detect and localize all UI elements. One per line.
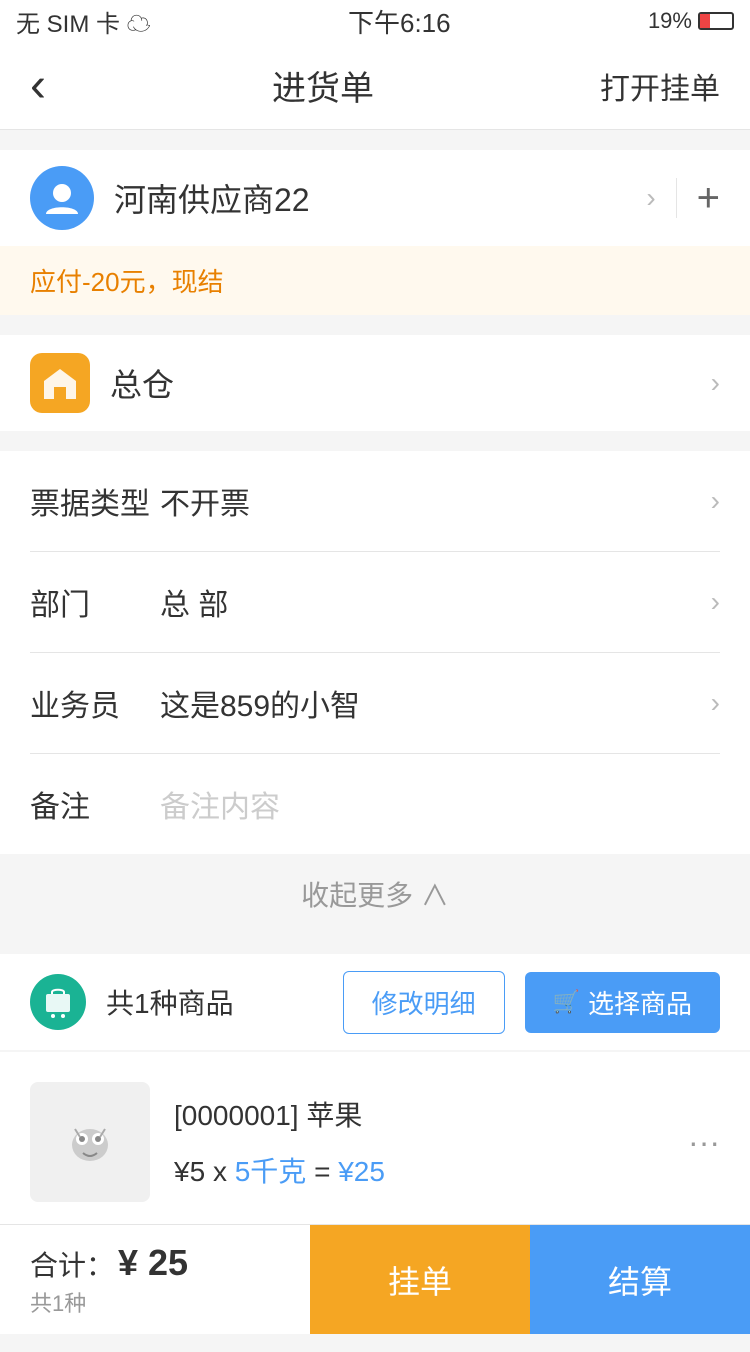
house-icon — [42, 365, 78, 401]
total-amount: ¥ 25 — [118, 1242, 188, 1284]
suspend-button[interactable]: 挂单 — [310, 1225, 530, 1334]
salesperson-row[interactable]: 业务员 这是859的小智 › — [0, 653, 750, 753]
product-header-section: 共1种商品 修改明细 🛒 选择商品 — [0, 954, 750, 1050]
edit-detail-button[interactable]: 修改明细 — [343, 971, 505, 1034]
collapse-label: 收起更多 ∧ — [301, 874, 449, 914]
warehouse-icon — [30, 353, 90, 413]
divider-2 — [0, 431, 750, 451]
supplier-avatar — [30, 166, 94, 230]
select-product-button[interactable]: 🛒 选择商品 — [525, 972, 720, 1033]
cart-small-icon: 🛒 — [553, 989, 580, 1015]
battery-text: 19% — [648, 8, 692, 34]
supplier-row[interactable]: 河南供应商22 › + — [0, 150, 750, 246]
divider-6 — [0, 934, 750, 954]
status-time: 下午6:16 — [348, 3, 451, 40]
product-more-button[interactable]: ··· — [688, 1124, 720, 1161]
nav-bar: ‹ 进货单 打开挂单 — [0, 42, 750, 130]
warehouse-row[interactable]: 总仓 › — [0, 335, 750, 431]
total-count: 共1种 — [30, 1286, 310, 1318]
invoice-chevron-icon: › — [711, 485, 720, 517]
invoice-type-row[interactable]: 票据类型 不开票 › — [0, 451, 750, 551]
supplier-section: 河南供应商22 › + 应付-20元，现结 — [0, 150, 750, 315]
add-supplier-button[interactable]: + — [697, 176, 720, 221]
product-title: 苹果 — [306, 1100, 362, 1131]
back-button[interactable]: ‹ — [30, 58, 46, 113]
divider-1 — [0, 315, 750, 335]
remark-placeholder: 备注内容 — [150, 782, 720, 826]
supplier-chevron-icon: › — [646, 182, 655, 214]
form-section: 票据类型 不开票 › 部门 总 部 › 业务员 这是859的小智 › 备注 备注… — [0, 451, 750, 854]
invoice-type-value: 不开票 — [150, 479, 711, 523]
payment-notice: 应付-20元，现结 — [0, 246, 750, 315]
total-section: 合计： ¥ 25 共1种 — [0, 1225, 310, 1334]
salesperson-chevron-icon: › — [711, 687, 720, 719]
checkout-button[interactable]: 结算 — [530, 1225, 750, 1334]
product-price: ¥5 x 5千克 = ¥25 — [174, 1150, 664, 1190]
top-divider — [0, 130, 750, 150]
collapse-button[interactable]: 收起更多 ∧ — [0, 854, 750, 934]
product-name: [0000001] 苹果 — [174, 1094, 664, 1134]
multiply-icon: x — [213, 1156, 235, 1187]
department-label: 部门 — [30, 580, 150, 624]
salesperson-label: 业务员 — [30, 681, 150, 725]
status-right: 19% — [648, 8, 734, 34]
user-icon — [42, 178, 82, 218]
salesperson-value: 这是859的小智 — [150, 681, 711, 725]
remark-label: 备注 — [30, 782, 150, 826]
warehouse-section: 总仓 › — [0, 335, 750, 431]
invoice-type-label: 票据类型 — [30, 479, 150, 523]
select-product-label: 选择商品 — [588, 984, 692, 1021]
supplier-name: 河南供应商22 — [114, 175, 646, 221]
product-code: [0000001] — [174, 1100, 299, 1131]
equals-sign: = — [314, 1156, 338, 1187]
department-row[interactable]: 部门 总 部 › — [0, 552, 750, 652]
product-info: [0000001] 苹果 ¥5 x 5千克 = ¥25 — [174, 1094, 664, 1190]
total-label: 合计： — [30, 1244, 114, 1284]
product-thumb-icon — [55, 1107, 125, 1177]
open-pending-button[interactable]: 打开挂单 — [600, 64, 720, 108]
product-item: [0000001] 苹果 ¥5 x 5千克 = ¥25 ··· — [0, 1052, 750, 1232]
status-left: 无 SIM 卡 ☁ — [16, 4, 151, 39]
department-value: 总 部 — [150, 580, 711, 624]
product-total: ¥25 — [338, 1156, 385, 1187]
bottom-bar: 合计： ¥ 25 共1种 挂单 结算 — [0, 1224, 750, 1334]
cart-icon — [42, 986, 74, 1018]
warehouse-chevron-icon: › — [711, 367, 720, 399]
status-bar: 无 SIM 卡 ☁ 下午6:16 19% — [0, 0, 750, 42]
divider-line — [676, 178, 677, 218]
remark-row[interactable]: 备注 备注内容 — [0, 754, 750, 854]
product-qty: 5千克 — [235, 1156, 307, 1187]
price-value: ¥5 — [174, 1156, 205, 1187]
product-header: 共1种商品 修改明细 🛒 选择商品 — [0, 954, 750, 1050]
department-chevron-icon: › — [711, 586, 720, 618]
signal-text: 无 SIM 卡 ☁ — [16, 4, 151, 39]
battery-icon — [698, 12, 734, 30]
product-thumbnail — [30, 1082, 150, 1202]
warehouse-name: 总仓 — [110, 360, 711, 406]
product-icon — [30, 974, 86, 1030]
page-title: 进货单 — [272, 61, 374, 110]
product-count: 共1种商品 — [106, 982, 323, 1022]
